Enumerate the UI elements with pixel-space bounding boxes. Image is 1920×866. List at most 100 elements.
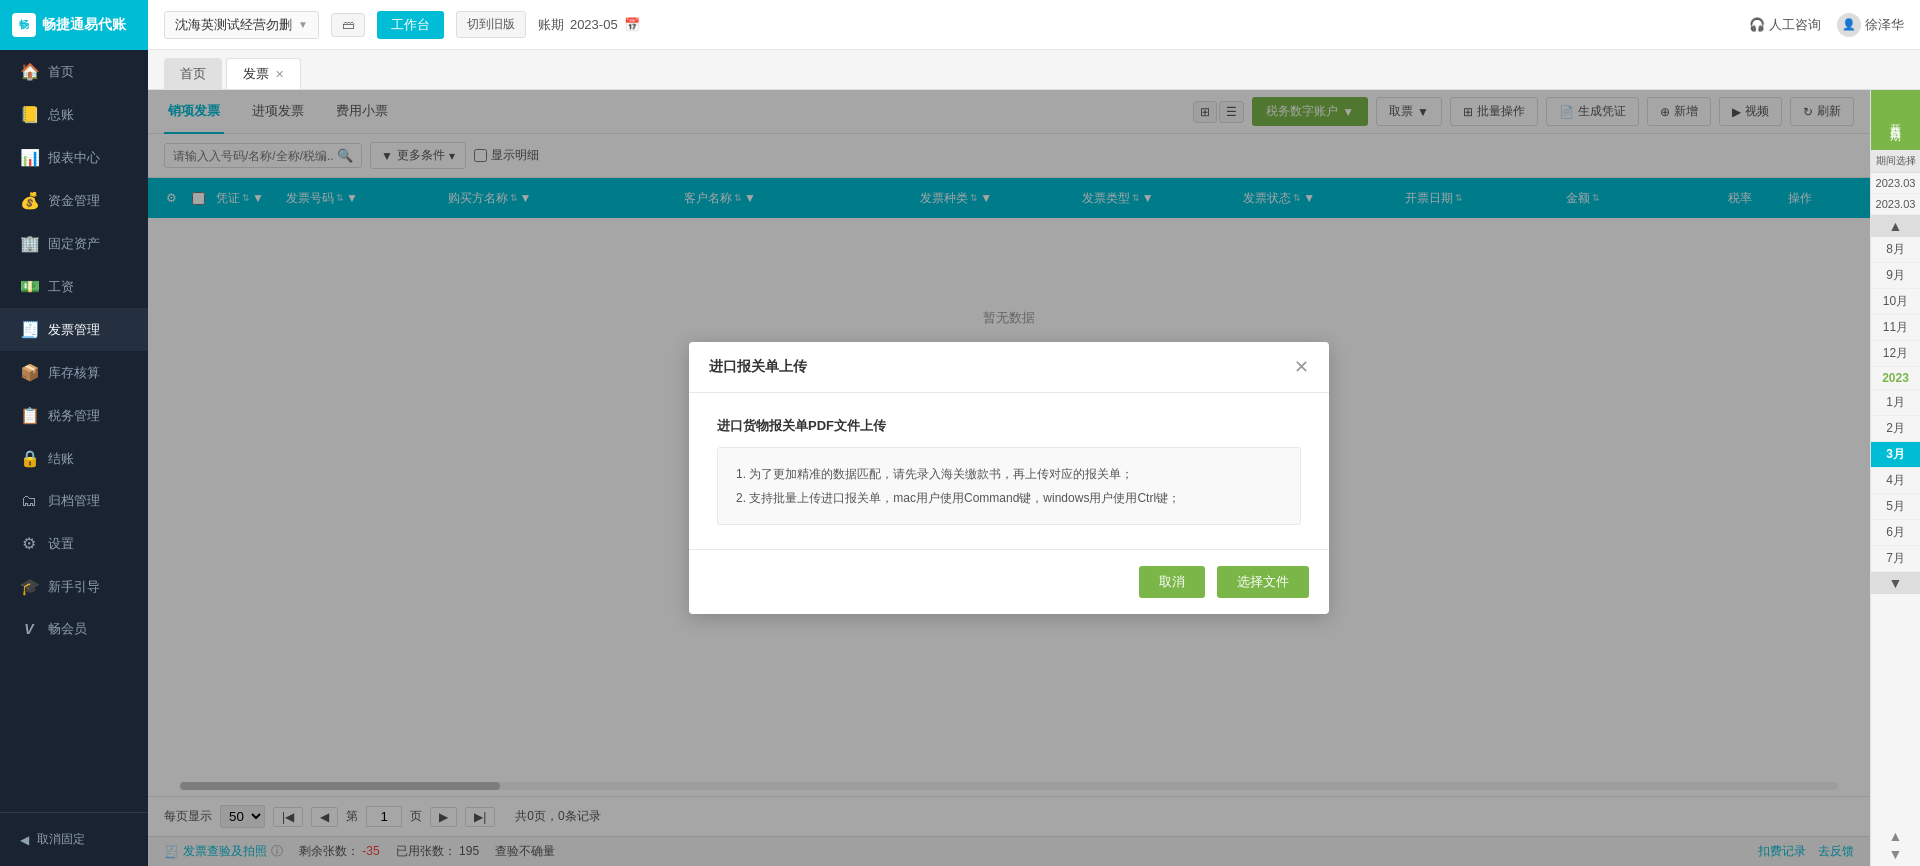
tab-home[interactable]: 首页 [164, 58, 222, 89]
sidebar-item-ledger[interactable]: 📒 总账 [0, 93, 148, 136]
company-name: 沈海英测试经营勿删 [175, 16, 292, 34]
tax-icon: 📋 [20, 406, 38, 425]
archive-button[interactable]: 🗃 [331, 13, 365, 37]
sidebar-label-archive: 归档管理 [48, 492, 100, 510]
service-button[interactable]: 🎧 人工咨询 [1749, 16, 1821, 34]
sidebar-item-capital[interactable]: 💰 资金管理 [0, 179, 148, 222]
workspace-button[interactable]: 工作台 [377, 11, 444, 39]
import-modal: 进口报关单上传 ✕ 进口货物报关单PDF文件上传 1. 为了更加精准的数据匹配，… [689, 342, 1329, 614]
archive-btn-icon: 🗃 [342, 18, 354, 32]
modal-select-file-button[interactable]: 选择文件 [1217, 566, 1309, 598]
period-value: 2023-05 [570, 17, 618, 32]
sidebar-label-ledger: 总账 [48, 106, 74, 124]
topbar: 沈海英测试经营勿删 ▼ 🗃 工作台 切到旧版 账期 2023-05 📅 🎧 人工… [148, 0, 1920, 50]
collapse-down-icon[interactable]: ▼ [1889, 846, 1903, 862]
period-label: 账期 [538, 16, 564, 34]
pin-icon: ◀ [20, 833, 29, 847]
sidebar-item-invoice[interactable]: 🧾 发票管理 [0, 308, 148, 351]
collapse-up-icon[interactable]: ▲ [1889, 828, 1903, 844]
modal-info-line2: 2. 支持批量上传进口报关单，mac用户使用Command键，windows用户… [736, 486, 1282, 510]
archive-icon: 🗂 [20, 492, 38, 510]
period-2023-03a[interactable]: 2023.03 [1871, 173, 1920, 194]
period-7[interactable]: 7月 [1871, 546, 1920, 572]
period-6[interactable]: 6月 [1871, 520, 1920, 546]
pin-toggle[interactable]: ◀ 取消固定 [0, 823, 148, 856]
switch-version-button[interactable]: 切到旧版 [456, 11, 526, 38]
period-3-active[interactable]: 3月 [1871, 442, 1920, 468]
modal-section-title: 进口货物报关单PDF文件上传 [717, 417, 1301, 435]
sidebar-item-report[interactable]: 📊 报表中心 [0, 136, 148, 179]
right-panel: 开票日期 期间选择 2023.03 2023.03 ▲ 8月 9月 10月 11… [1870, 90, 1920, 866]
sidebar-label-home: 首页 [48, 63, 74, 81]
tab-home-label: 首页 [180, 65, 206, 83]
sidebar-bottom: ◀ 取消固定 [0, 812, 148, 866]
period-9[interactable]: 9月 [1871, 263, 1920, 289]
sidebar-label-assets: 固定资产 [48, 235, 100, 253]
salary-icon: 💵 [20, 277, 38, 296]
period-4[interactable]: 4月 [1871, 468, 1920, 494]
user-icon: 👤 [1837, 13, 1861, 37]
sidebar-item-vip[interactable]: V 畅会员 [0, 608, 148, 650]
capital-icon: 💰 [20, 191, 38, 210]
period-1[interactable]: 1月 [1871, 390, 1920, 416]
ledger-icon: 📒 [20, 105, 38, 124]
sidebar-item-home[interactable]: 🏠 首页 [0, 50, 148, 93]
period-2[interactable]: 2月 [1871, 416, 1920, 442]
sidebar-label-capital: 资金管理 [48, 192, 100, 210]
guide-icon: 🎓 [20, 577, 38, 596]
period-12[interactable]: 12月 [1871, 341, 1920, 367]
modal-info-box: 1. 为了更加精准的数据匹配，请先录入海关缴款书，再上传对应的报关单； 2. 支… [717, 447, 1301, 525]
sidebar-label-invoice: 发票管理 [48, 321, 100, 339]
period-select-label: 期间选择 [1871, 150, 1920, 173]
period-2023-03b[interactable]: 2023.03 [1871, 194, 1920, 215]
sidebar-label-report: 报表中心 [48, 149, 100, 167]
modal-info-line1: 1. 为了更加精准的数据匹配，请先录入海关缴款书，再上传对应的报关单； [736, 462, 1282, 486]
period-8[interactable]: 8月 [1871, 237, 1920, 263]
open-date-label[interactable]: 开票日期 [1871, 90, 1920, 150]
modal-footer: 取消 选择文件 [689, 549, 1329, 614]
sidebar-label-close: 结账 [48, 450, 74, 468]
modal-header: 进口报关单上传 ✕ [689, 342, 1329, 393]
tab-invoice-label: 发票 [243, 65, 269, 83]
tab-invoice[interactable]: 发票 ✕ [226, 58, 301, 89]
panel-collapse-controls: ▲ ▼ [1871, 824, 1920, 866]
app-logo: 畅 畅捷通易代账 [0, 0, 148, 50]
sidebar-item-close[interactable]: 🔒 结账 [0, 437, 148, 480]
calendar-icon: 📅 [624, 17, 640, 32]
sidebar-label-guide: 新手引导 [48, 578, 100, 596]
sidebar-item-archive[interactable]: 🗂 归档管理 [0, 480, 148, 522]
company-selector[interactable]: 沈海英测试经营勿删 ▼ [164, 11, 319, 39]
home-icon: 🏠 [20, 62, 38, 81]
modal-body: 进口货物报关单PDF文件上传 1. 为了更加精准的数据匹配，请先录入海关缴款书，… [689, 393, 1329, 549]
topbar-right: 🎧 人工咨询 👤 徐泽华 [1749, 13, 1904, 37]
logo-icon: 畅 [12, 13, 36, 37]
pin-label: 取消固定 [37, 831, 85, 848]
report-icon: 📊 [20, 148, 38, 167]
tab-close-icon[interactable]: ✕ [275, 68, 284, 81]
period-year-2023[interactable]: 2023 [1871, 367, 1920, 390]
sidebar-label-vip: 畅会员 [48, 620, 87, 638]
inventory-icon: 📦 [20, 363, 38, 382]
sidebar-label-tax: 税务管理 [48, 407, 100, 425]
user-avatar[interactable]: 👤 徐泽华 [1837, 13, 1904, 37]
modal-title: 进口报关单上传 [709, 358, 807, 376]
modal-cancel-button[interactable]: 取消 [1139, 566, 1205, 598]
sidebar-item-settings[interactable]: ⚙ 设置 [0, 522, 148, 565]
sidebar-item-tax[interactable]: 📋 税务管理 [0, 394, 148, 437]
sidebar-item-inventory[interactable]: 📦 库存核算 [0, 351, 148, 394]
sidebar-item-assets[interactable]: 🏢 固定资产 [0, 222, 148, 265]
user-name: 徐泽华 [1865, 16, 1904, 34]
period-up-arrow[interactable]: ▲ [1871, 215, 1920, 237]
period-11[interactable]: 11月 [1871, 315, 1920, 341]
period-5[interactable]: 5月 [1871, 494, 1920, 520]
period-10[interactable]: 10月 [1871, 289, 1920, 315]
sidebar-label-settings: 设置 [48, 535, 74, 553]
modal-close-button[interactable]: ✕ [1294, 356, 1309, 378]
period-display: 账期 2023-05 📅 [538, 16, 640, 34]
period-down-arrow[interactable]: ▼ [1871, 572, 1920, 594]
sidebar-item-guide[interactable]: 🎓 新手引导 [0, 565, 148, 608]
sidebar-item-salary[interactable]: 💵 工资 [0, 265, 148, 308]
headset-icon: 🎧 [1749, 17, 1765, 32]
modal-overlay[interactable]: 进口报关单上传 ✕ 进口货物报关单PDF文件上传 1. 为了更加精准的数据匹配，… [148, 90, 1870, 866]
company-dropdown-arrow: ▼ [298, 19, 308, 30]
